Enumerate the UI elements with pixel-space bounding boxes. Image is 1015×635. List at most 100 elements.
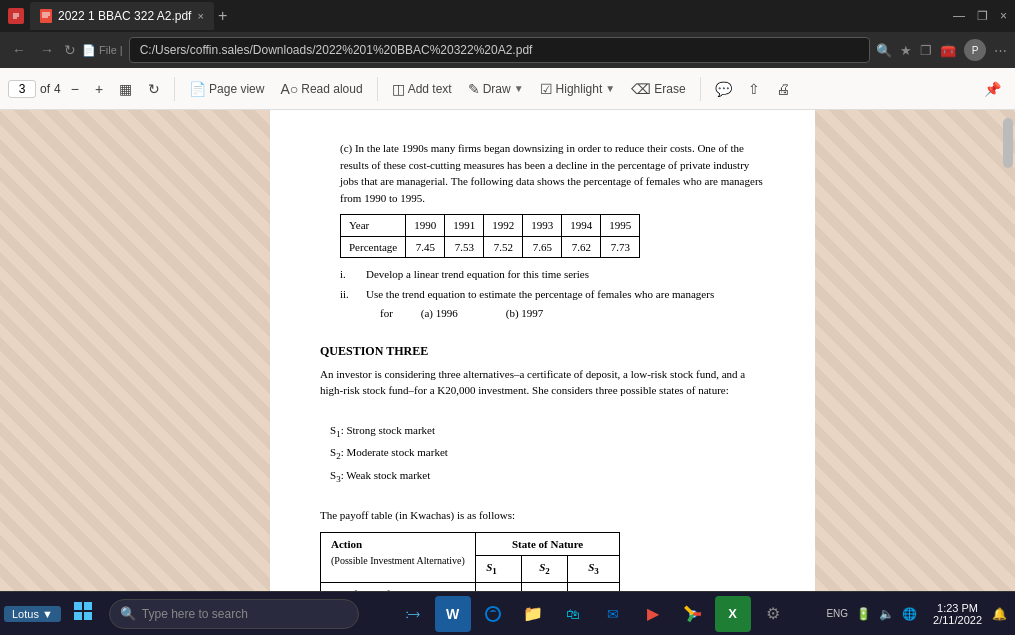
page-number-input[interactable] [8,80,36,98]
rotate-button[interactable]: ↻ [142,77,166,101]
table1-val-1991: 7.53 [445,236,484,258]
task-view-button[interactable]: ⧴ [395,596,431,632]
scrollbar-thumb[interactable] [1003,118,1013,168]
refresh-button[interactable]: ↻ [64,42,76,58]
svg-rect-9 [84,602,92,610]
back-button[interactable]: ← [8,40,30,60]
svg-rect-8 [74,602,82,610]
profile-avatar[interactable]: P [964,39,986,61]
active-tab[interactable]: 2022 1 BBAC 322 A2.pdf × [30,2,214,30]
read-aloud-icon: A○ [280,81,298,97]
close-button[interactable]: × [1000,9,1007,23]
main-area: (c) In the late 1990s many firms began d… [0,110,1015,591]
forward-button[interactable]: → [36,40,58,60]
payoff-action-header: Action(Possible Investment Alternative) [321,532,476,582]
zoom-out-icon: − [71,81,79,97]
payoff-row1-s3: 1,200 [567,582,619,591]
sub-ii-a: (a) 1996 [421,305,458,322]
highlight-dropdown-icon[interactable]: ▼ [605,83,615,94]
language-indicator[interactable]: ENG [826,608,848,619]
pin-button[interactable]: 📌 [978,77,1007,101]
tab-area: 2022 1 BBAC 322 A2.pdf × + [30,2,947,30]
windows-logo-icon [74,602,92,625]
collections-icon[interactable]: ❐ [920,43,932,58]
title-bar: 2022 1 BBAC 322 A2.pdf × + — ❐ × [0,0,1015,32]
pdf-content: (c) In the late 1990s many firms began d… [320,140,765,591]
fit-page-button[interactable]: ▦ [113,77,138,101]
percentage-table: Year 1990 1991 1992 1993 1994 1995 Perce… [340,214,640,258]
chrome-button[interactable] [675,596,711,632]
clock-date: 2/11/2022 [933,614,982,626]
tab-close-button[interactable]: × [197,10,203,22]
table1-header-1993: 1993 [523,215,562,237]
read-aloud-button[interactable]: A○ Read aloud [274,77,368,101]
add-text-button[interactable]: ◫ Add text [386,77,458,101]
excel-button[interactable]: X [715,596,751,632]
erase-button[interactable]: ⌫ Erase [625,77,691,101]
file-explorer-button[interactable]: 📁 [515,596,551,632]
comment-button[interactable]: 💬 [709,77,738,101]
payoff-table: Action(Possible Investment Alternative) … [320,532,620,591]
extensions-icon[interactable]: 🧰 [940,43,956,58]
table1-container: Year 1990 1991 1992 1993 1994 1995 Perce… [340,214,765,258]
payoff-row1-action: Certificate of deposit [321,582,476,591]
start-button[interactable] [61,592,105,636]
sub-i-text: Develop a linear trend equation for this… [366,266,589,283]
table1-header-1992: 1992 [484,215,523,237]
draw-dropdown-icon[interactable]: ▼ [514,83,524,94]
notification-button[interactable]: 🔔 [992,607,1007,621]
taskbar-right: ENG 🔋 🔈 🌐 1:23 PM 2/11/2022 🔔 [826,600,1015,628]
sub-ii-for-item: for (a) 1996 (b) 1997 [380,305,765,322]
system-clock[interactable]: 1:23 PM 2/11/2022 [927,600,988,628]
edge-app-button[interactable] [475,596,511,632]
pdf-page[interactable]: (c) In the late 1990s many firms began d… [270,110,815,591]
network-icon[interactable]: 🌐 [902,607,917,621]
share-button[interactable]: ⇧ [742,77,766,101]
toolbar-separator-3 [700,77,701,101]
read-aloud-label: Read aloud [301,82,362,96]
comment-icon: 💬 [715,81,732,97]
favorites-icon[interactable]: ★ [900,43,912,58]
lotus-badge[interactable]: Lotus ▼ [4,606,61,622]
store-button[interactable]: 🛍 [555,596,591,632]
right-margin [815,110,1015,591]
page-view-button[interactable]: 📄 Page view [183,77,270,101]
q3-intro: An investor is considering three alterna… [320,366,765,399]
zoom-out-button[interactable]: − [65,77,85,101]
settings-button[interactable]: ⚙ [755,596,791,632]
print-button[interactable]: 🖨 [770,77,796,101]
word-app-button[interactable]: W [435,596,471,632]
search-icon[interactable]: 🔍 [876,43,892,58]
volume-icon[interactable]: 🔈 [879,607,894,621]
media-button[interactable]: ▶ [635,596,671,632]
pdf-toolbar: of 4 − + ▦ ↻ 📄 Page view A○ Read aloud ◫… [0,68,1015,110]
sub-ii-item: ii. Use the trend equation to estimate t… [340,286,765,303]
mail-button[interactable]: ✉ [595,596,631,632]
settings-icon[interactable]: ⋯ [994,43,1007,58]
lotus-dropdown-icon[interactable]: ▼ [42,608,53,620]
highlight-button[interactable]: ☑ Highlight ▼ [534,77,622,101]
taskbar: Lotus ▼ 🔍 Type here to search ⧴ W 📁 🛍 [0,591,1015,635]
table1-header-1995: 1995 [601,215,640,237]
maximize-button[interactable]: ❐ [977,9,988,23]
sub-i-item: i. Develop a linear trend equation for t… [340,266,765,283]
new-tab-button[interactable]: + [218,7,227,25]
lotus-label: Lotus [12,608,39,620]
taskbar-search-placeholder: Type here to search [142,607,248,621]
minimize-button[interactable]: — [953,9,965,23]
draw-button[interactable]: ✎ Draw ▼ [462,77,530,101]
page-total: 4 [54,82,61,96]
add-text-icon: ◫ [392,81,405,97]
payoff-s1-header: S1 [476,556,522,583]
s2-text: S2: Moderate stock market [330,444,448,464]
zoom-in-button[interactable]: + [89,77,109,101]
address-input[interactable] [129,37,870,63]
pin-icon: 📌 [984,81,1001,97]
clock-time: 1:23 PM [933,602,982,614]
tab-title: 2022 1 BBAC 322 A2.pdf [58,9,191,23]
left-margin [0,110,270,591]
payoff-state-header: State of Nature [476,532,620,556]
share-icon: ⇧ [748,81,760,97]
battery-icon[interactable]: 🔋 [856,607,871,621]
taskbar-search[interactable]: 🔍 Type here to search [109,599,359,629]
